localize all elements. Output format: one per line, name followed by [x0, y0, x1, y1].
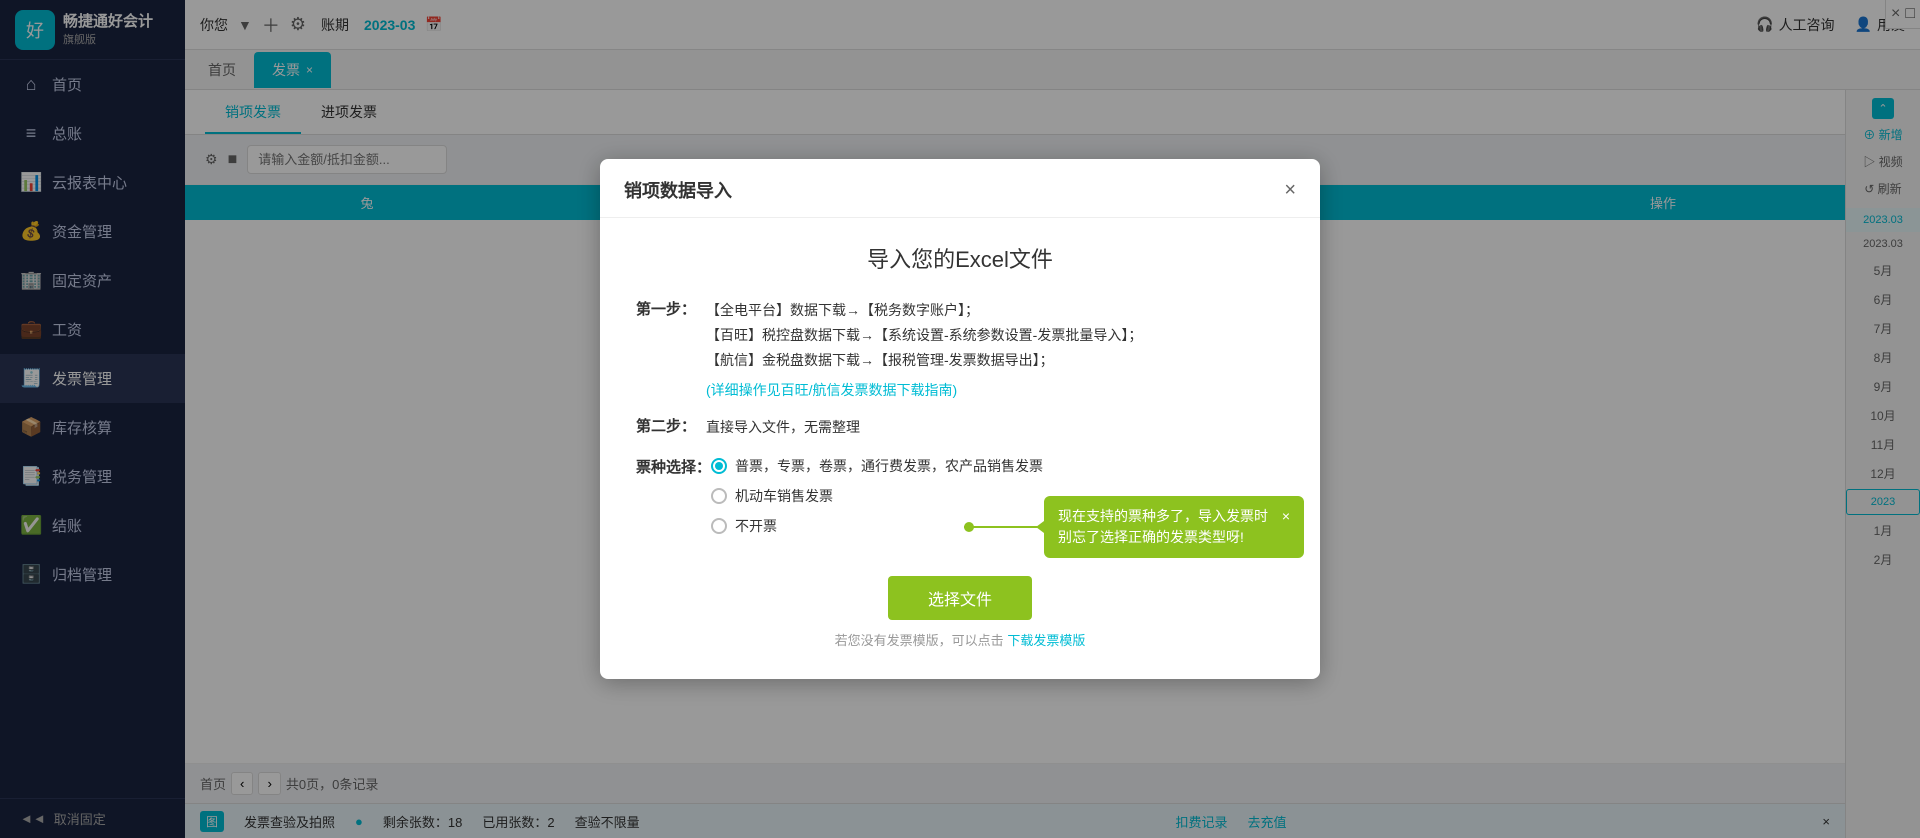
radio-none: [711, 518, 727, 534]
select-file-button[interactable]: 选择文件: [888, 576, 1032, 620]
ticket-none-label: 不开票: [735, 516, 777, 536]
step2-row: 第二步： 直接导入文件，无需整理: [636, 415, 1284, 440]
tooltip-text: 现在支持的票种多了，导入发票时别忘了选择正确的发票类型呀!: [1058, 508, 1268, 545]
tooltip-container: × 现在支持的票种多了，导入发票时别忘了选择正确的发票类型呀!: [964, 496, 1304, 558]
ticket-label: 票种选择：: [636, 456, 711, 477]
tooltip-close-button[interactable]: ×: [1282, 506, 1290, 527]
step1-line-2: 【百旺】税控盘数据下载→【系统设置-系统参数设置-发票批量导入】；: [706, 323, 1142, 348]
dialog-close-button[interactable]: ×: [1284, 179, 1296, 202]
ticket-select: 票种选择： 普票，专票，卷票，通行费发票，农产品销售发票 机动车销售发票: [636, 456, 1284, 546]
step2-content: 直接导入文件，无需整理: [706, 415, 860, 440]
step1-line-1: 【全电平台】数据下载→【税务数字账户】；: [706, 298, 1142, 323]
tooltip-line: [964, 526, 1044, 528]
step1-content: 【全电平台】数据下载→【税务数字账户】； 【百旺】税控盘数据下载→【系统设置-系…: [706, 298, 1142, 403]
dialog-body: 导入您的Excel文件 第一步： 【全电平台】数据下载→【税务数字账户】； 【百…: [600, 218, 1320, 679]
dialog-header: 销项数据导入 ×: [600, 159, 1320, 218]
select-file-section: 选择文件 若您没有发票模版，可以点击 下载发票模版: [636, 576, 1284, 649]
tooltip-dot: [964, 522, 974, 532]
ticket-motor-label: 机动车销售发票: [735, 486, 833, 506]
download-template-link[interactable]: 下载发票模版: [1007, 633, 1085, 648]
radio-normal: [711, 458, 727, 474]
dialog-main-title: 导入您的Excel文件: [636, 242, 1284, 274]
dialog-title: 销项数据导入: [624, 177, 732, 203]
tooltip-bubble: × 现在支持的票种多了，导入发票时别忘了选择正确的发票类型呀!: [1044, 496, 1304, 558]
radio-motor: [711, 488, 727, 504]
ticket-option-normal[interactable]: 普票，专票，卷票，通行费发票，农产品销售发票: [711, 456, 1043, 476]
download-template-row: 若您没有发票模版，可以点击 下载发票模版: [636, 630, 1284, 649]
step1-line-3: 【航信】金税盘数据下载→【报税管理-发票数据导出】；: [706, 348, 1142, 373]
import-dialog: 销项数据导入 × 导入您的Excel文件 第一步： 【全电平台】数据下载→【税务…: [600, 159, 1320, 679]
step1-label: 第一步：: [636, 298, 706, 403]
ticket-normal-label: 普票，专票，卷票，通行费发票，农产品销售发票: [735, 456, 1043, 476]
step1-row: 第一步： 【全电平台】数据下载→【税务数字账户】； 【百旺】税控盘数据下载→【系…: [636, 298, 1284, 403]
modal-overlay: 销项数据导入 × 导入您的Excel文件 第一步： 【全电平台】数据下载→【税务…: [0, 0, 1920, 838]
step2-label: 第二步：: [636, 415, 706, 440]
step1-link[interactable]: (详细操作见百旺/航信发票数据下载指南): [706, 382, 957, 398]
